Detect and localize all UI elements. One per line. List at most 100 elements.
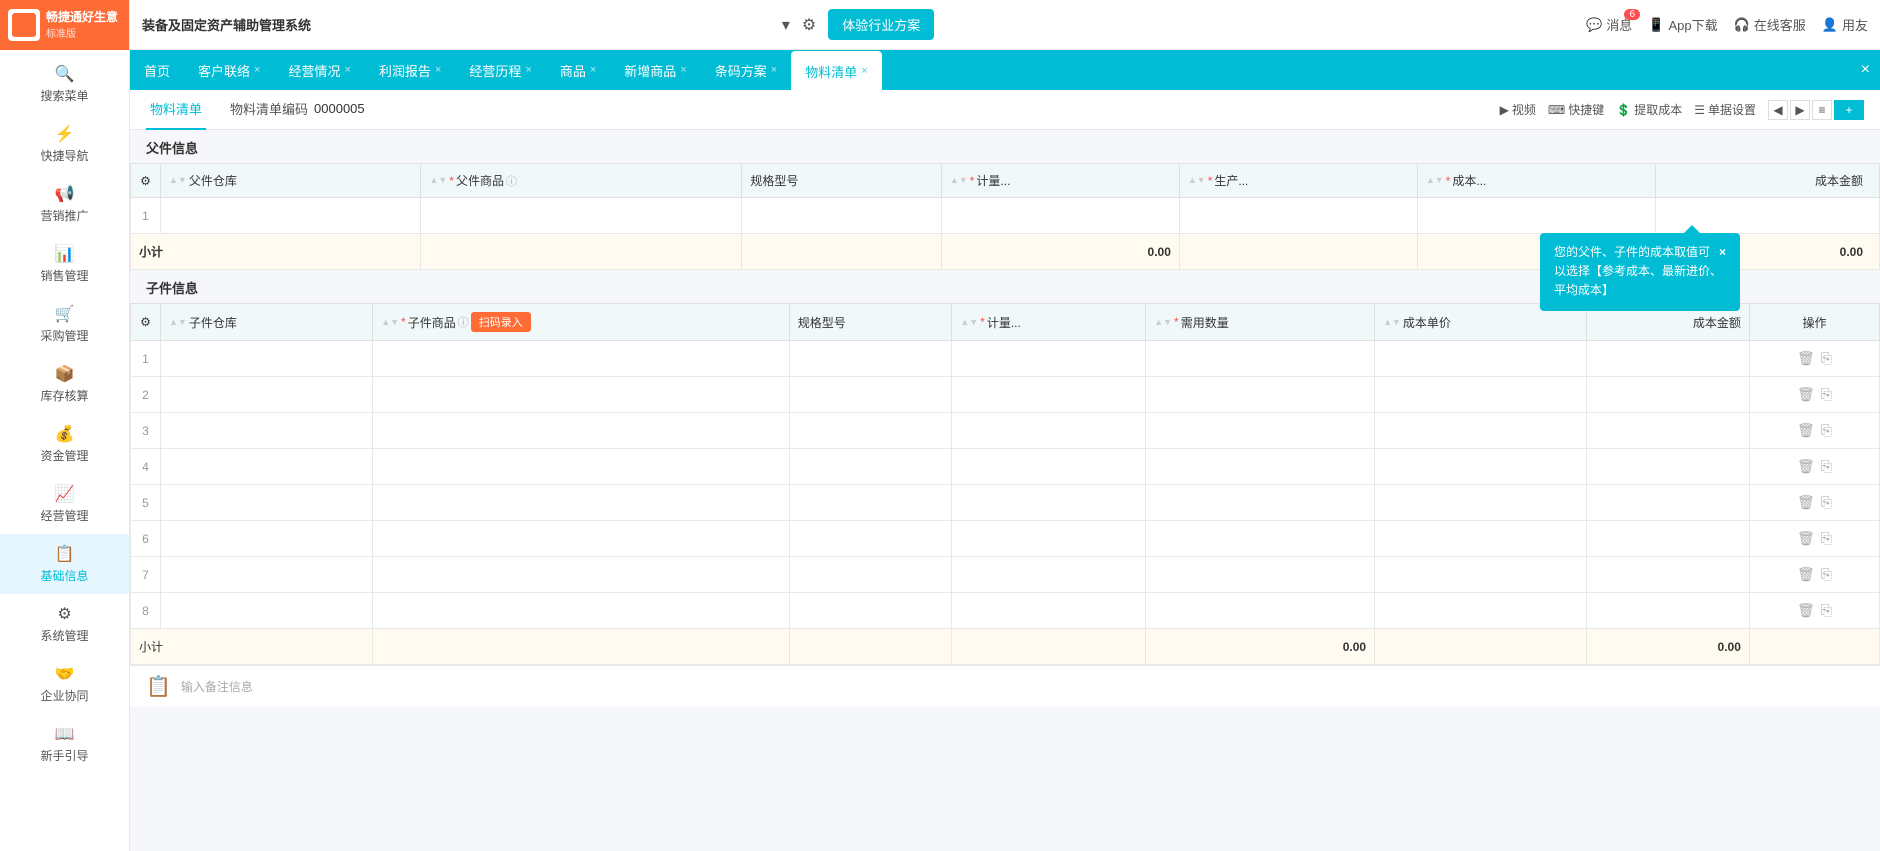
tab-bom-close[interactable]: × xyxy=(861,65,867,77)
parent-row-1-warehouse[interactable] xyxy=(161,198,421,234)
sidebar-item-quicknav[interactable]: ⚡ 快捷导航 xyxy=(0,114,129,174)
child-row-7-spec[interactable] xyxy=(789,557,952,593)
tab-newproduct-close[interactable]: × xyxy=(680,64,686,76)
parent-row-1-produce[interactable] xyxy=(1179,198,1417,234)
sidebar-item-basicinfo[interactable]: 📋 基础信息 xyxy=(0,534,129,594)
child-qty-sort[interactable]: ▲▼ xyxy=(1154,318,1172,327)
sidebar-item-system[interactable]: ⚙ 系统管理 xyxy=(0,594,129,654)
child-row-6-warehouse[interactable] xyxy=(161,521,373,557)
child-row-1-warehouse[interactable] xyxy=(161,341,373,377)
delete-icon-2[interactable]: 🗑 xyxy=(1797,386,1815,403)
delete-icon-5[interactable]: 🗑 xyxy=(1797,494,1815,511)
child-row-7-unitcost[interactable] xyxy=(1375,557,1587,593)
child-row-2-unitcost[interactable] xyxy=(1375,377,1587,413)
child-row-3-spec[interactable] xyxy=(789,413,952,449)
parent-row-1-measure[interactable] xyxy=(941,198,1179,234)
nav-list[interactable]: ≡ xyxy=(1812,100,1832,120)
child-row-8-product[interactable] xyxy=(373,593,790,629)
tab-product[interactable]: 商品 × xyxy=(546,50,610,90)
action-shortcut[interactable]: ⌨ 快捷键 xyxy=(1548,101,1604,118)
system-dropdown-icon[interactable]: ▾ xyxy=(782,15,790,35)
copy-icon-1[interactable]: ⎘ xyxy=(1821,350,1832,367)
tab-newproduct[interactable]: 新增商品 × xyxy=(610,50,700,90)
child-row-5-spec[interactable] xyxy=(789,485,952,521)
page-tab-bom-list[interactable]: 物料清单 xyxy=(146,90,206,130)
copy-icon-7[interactable]: ⎘ xyxy=(1821,566,1832,583)
child-row-1-spec[interactable] xyxy=(789,341,952,377)
child-row-6-unitcost[interactable] xyxy=(1375,521,1587,557)
delete-icon-4[interactable]: 🗑 xyxy=(1797,458,1815,475)
nav-next[interactable]: ▶ xyxy=(1790,100,1810,120)
message-btn[interactable]: 💬 消息 6 xyxy=(1586,15,1632,34)
child-row-3-unitcost[interactable] xyxy=(1375,413,1587,449)
sidebar-item-search[interactable]: 🔍 搜索菜单 xyxy=(0,54,129,114)
child-row-3-product[interactable] xyxy=(373,413,790,449)
tab-profit-close[interactable]: × xyxy=(435,64,441,76)
nav-prev[interactable]: ◀ xyxy=(1768,100,1788,120)
copy-icon-4[interactable]: ⎘ xyxy=(1821,458,1832,475)
child-unitcost-sort[interactable]: ▲▼ xyxy=(1383,318,1401,327)
tab-barcode[interactable]: 条码方案 × xyxy=(701,50,791,90)
child-row-8-measure[interactable] xyxy=(952,593,1146,629)
delete-icon-8[interactable]: 🗑 xyxy=(1797,602,1815,619)
child-row-7-warehouse[interactable] xyxy=(161,557,373,593)
action-view[interactable]: ▶ 视频 xyxy=(1500,101,1536,118)
child-row-4-measure[interactable] xyxy=(952,449,1146,485)
child-row-2-measure[interactable] xyxy=(952,377,1146,413)
child-row-7-qty[interactable] xyxy=(1146,557,1375,593)
user-btn[interactable]: 👤 用友 xyxy=(1822,15,1868,34)
bottom-bar-label[interactable]: 输入备注信息 xyxy=(181,678,253,695)
delete-icon-6[interactable]: 🗑 xyxy=(1797,530,1815,547)
online-service-btn[interactable]: 🎧 在线客服 xyxy=(1734,15,1806,34)
copy-icon-2[interactable]: ⎘ xyxy=(1821,386,1832,403)
child-row-5-unitcost[interactable] xyxy=(1375,485,1587,521)
child-row-2-product[interactable] xyxy=(373,377,790,413)
child-product-sort[interactable]: ▲▼ xyxy=(381,318,399,327)
tab-customer-close[interactable]: × xyxy=(254,64,260,76)
sidebar-item-purchase[interactable]: 🛒 采购管理 xyxy=(0,294,129,354)
tab-profit[interactable]: 利润报告 × xyxy=(365,50,455,90)
child-row-5-product[interactable] xyxy=(373,485,790,521)
copy-icon-6[interactable]: ⎘ xyxy=(1821,530,1832,547)
close-all-tabs[interactable]: × xyxy=(1851,61,1880,79)
parent-product-sort[interactable]: ▲▼ xyxy=(429,176,447,185)
parent-row-1-product[interactable] xyxy=(421,198,742,234)
action-extract-cost[interactable]: 💲 提取成本 xyxy=(1616,101,1682,118)
sidebar-item-collab[interactable]: 🤝 企业协同 xyxy=(0,654,129,714)
app-download-btn[interactable]: 📱 App下载 xyxy=(1648,15,1717,34)
child-row-4-unitcost[interactable] xyxy=(1375,449,1587,485)
parent-measure-sort[interactable]: ▲▼ xyxy=(950,176,968,185)
scan-button[interactable]: 扫码录入 xyxy=(471,312,531,332)
child-row-1-product[interactable] xyxy=(373,341,790,377)
delete-icon-1[interactable]: 🗑 xyxy=(1797,350,1815,367)
copy-icon-3[interactable]: ⎘ xyxy=(1821,422,1832,439)
tab-product-close[interactable]: × xyxy=(590,64,596,76)
child-row-6-measure[interactable] xyxy=(952,521,1146,557)
page-tab-bom-code[interactable]: 物料清单编码 0000005 xyxy=(226,90,369,130)
tab-customer[interactable]: 客户联络 × xyxy=(184,50,274,90)
parent-gear-icon[interactable]: ⚙ xyxy=(140,174,151,188)
child-row-6-qty[interactable] xyxy=(1146,521,1375,557)
tooltip-close-btn[interactable]: × xyxy=(1719,243,1726,262)
delete-icon-7[interactable]: 🗑 xyxy=(1797,566,1815,583)
child-row-8-qty[interactable] xyxy=(1146,593,1375,629)
delete-icon-3[interactable]: 🗑 xyxy=(1797,422,1815,439)
tab-bom[interactable]: 物料清单 × xyxy=(791,51,881,90)
copy-icon-8[interactable]: ⎘ xyxy=(1821,602,1832,619)
sidebar-item-ops[interactable]: 📈 经营管理 xyxy=(0,474,129,534)
child-row-1-qty[interactable] xyxy=(1146,341,1375,377)
child-row-8-warehouse[interactable] xyxy=(161,593,373,629)
parent-row-1-cost[interactable] xyxy=(1417,198,1655,234)
sidebar-item-guide[interactable]: 📖 新手引导 xyxy=(0,714,129,774)
child-row-4-warehouse[interactable] xyxy=(161,449,373,485)
child-warehouse-sort[interactable]: ▲▼ xyxy=(169,318,187,327)
child-row-6-product[interactable] xyxy=(373,521,790,557)
tab-operation-close[interactable]: × xyxy=(344,64,350,76)
sidebar-item-finance[interactable]: 💰 资金管理 xyxy=(0,414,129,474)
tab-history-close[interactable]: × xyxy=(525,64,531,76)
sidebar-item-marketing[interactable]: 📢 营销推广 xyxy=(0,174,129,234)
child-row-7-product[interactable] xyxy=(373,557,790,593)
sidebar-item-sales[interactable]: 📊 销售管理 xyxy=(0,234,129,294)
parent-row-1-spec[interactable] xyxy=(742,198,942,234)
experience-btn[interactable]: 体验行业方案 xyxy=(828,9,934,40)
